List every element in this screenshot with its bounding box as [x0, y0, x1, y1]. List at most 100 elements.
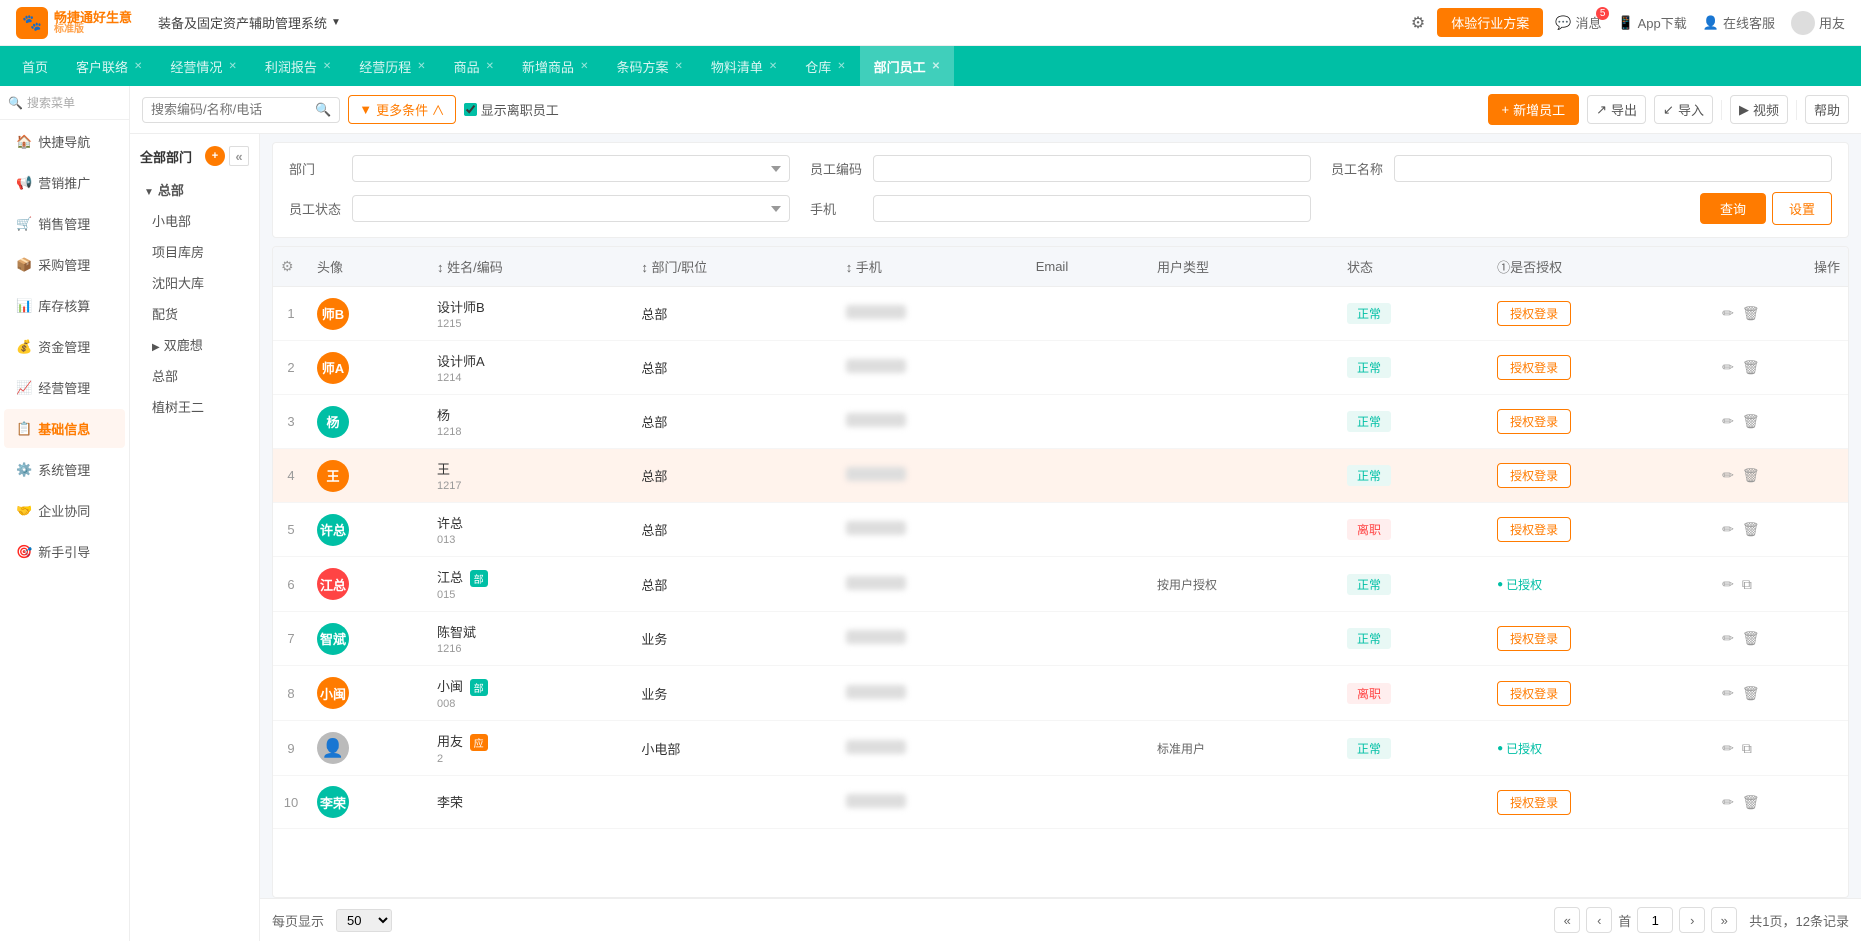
search-input[interactable] [151, 102, 311, 117]
sidebar-item-marketing[interactable]: 📢 营销推广 [4, 163, 125, 202]
settings-button[interactable]: ⚙ [1411, 13, 1425, 33]
next-page-button[interactable]: › [1679, 907, 1705, 933]
edit-icon[interactable]: ✏ [1722, 630, 1734, 647]
close-icon[interactable]: ✕ [837, 61, 845, 72]
search-submit-icon[interactable]: 🔍 [315, 102, 331, 118]
delete-icon[interactable]: 🗑 [1742, 685, 1760, 702]
close-icon[interactable]: ✕ [769, 61, 777, 72]
col-name[interactable]: ↕ 姓名/编码 [429, 247, 633, 287]
auth-button[interactable]: 授权登录 [1497, 301, 1571, 326]
edit-icon[interactable]: ✏ [1722, 794, 1734, 811]
dept-item-small-elec[interactable]: 小电部 [130, 205, 259, 236]
user-menu[interactable]: 用友 [1791, 11, 1845, 35]
auth-button[interactable]: 授权登录 [1497, 681, 1571, 706]
per-page-select[interactable]: 50 100 [336, 909, 392, 932]
auth-button[interactable]: 授权登录 [1497, 355, 1571, 380]
emp-code-input[interactable] [873, 155, 1311, 182]
nav-tab-barcode[interactable]: 条码方案 ✕ [602, 46, 696, 86]
copy-icon[interactable]: ⧉ [1742, 576, 1752, 593]
auth-button[interactable]: 授权登录 [1497, 626, 1571, 651]
delete-icon[interactable]: 🗑 [1742, 521, 1760, 538]
sidebar-item-collab[interactable]: 🤝 企业协同 [4, 491, 125, 530]
edit-icon[interactable]: ✏ [1722, 305, 1734, 322]
nav-tab-operations[interactable]: 经营情况 ✕ [156, 46, 250, 86]
sidebar-item-nav[interactable]: 🏠 快捷导航 [4, 122, 125, 161]
page-number-input[interactable] [1637, 907, 1673, 933]
sidebar-item-guide[interactable]: 🎯 新手引导 [4, 532, 125, 571]
delete-icon[interactable]: 🗑 [1742, 413, 1760, 430]
dept-item-plant[interactable]: 植树王二 [130, 391, 259, 422]
dept-item-head[interactable]: 总部 [130, 360, 259, 391]
nav-tab-employees[interactable]: 部门员工 ✕ [860, 46, 954, 86]
settings-col-header[interactable]: ⚙ [273, 247, 309, 287]
nav-tab-customer[interactable]: 客户联络 ✕ [62, 46, 156, 86]
close-icon[interactable]: ✕ [417, 61, 425, 72]
dept-collapse-icon[interactable]: « [229, 146, 249, 166]
nav-tab-profit[interactable]: 利润报告 ✕ [251, 46, 345, 86]
edit-icon[interactable]: ✏ [1722, 413, 1734, 430]
sidebar-item-purchase[interactable]: 📦 采购管理 [4, 245, 125, 284]
sidebar-item-sales[interactable]: 🛒 销售管理 [4, 204, 125, 243]
prev-page-button[interactable]: ‹ [1586, 907, 1612, 933]
sidebar-item-inventory[interactable]: 📊 库存核算 [4, 286, 125, 325]
query-button[interactable]: 查询 [1700, 193, 1766, 224]
edit-icon[interactable]: ✏ [1722, 740, 1734, 757]
auth-button[interactable]: 授权登录 [1497, 409, 1571, 434]
phone-input[interactable] [873, 195, 1311, 222]
dept-item-double[interactable]: ▶双鹿想 [130, 329, 259, 360]
edit-icon[interactable]: ✏ [1722, 359, 1734, 376]
delete-icon[interactable]: 🗑 [1742, 305, 1760, 322]
system-select[interactable]: 装备及固定资产辅助管理系统 ▼ [158, 13, 1399, 32]
close-icon[interactable]: ✕ [580, 61, 588, 72]
add-employee-button[interactable]: + 新增员工 [1488, 94, 1580, 125]
auth-button[interactable]: 授权登录 [1497, 517, 1571, 542]
nav-tab-bom[interactable]: 物料清单 ✕ [697, 46, 791, 86]
dept-item-distribution[interactable]: 配货 [130, 298, 259, 329]
emp-name-input[interactable] [1394, 155, 1832, 182]
close-icon[interactable]: ✕ [323, 61, 331, 72]
nav-tab-goods[interactable]: 商品 ✕ [440, 46, 508, 86]
sidebar-item-system[interactable]: ⚙️ 系统管理 [4, 450, 125, 489]
sidebar-item-finance[interactable]: 💰 资金管理 [4, 327, 125, 366]
message-button[interactable]: 💬 消息 5 [1555, 13, 1601, 32]
col-dept[interactable]: ↕ 部门/职位 [633, 247, 837, 287]
col-phone[interactable]: ↕ 手机 [838, 247, 1028, 287]
app-download-button[interactable]: 📱 App下载 [1617, 13, 1686, 32]
edit-icon[interactable]: ✏ [1722, 685, 1734, 702]
nav-tab-warehouse[interactable]: 仓库 ✕ [791, 46, 859, 86]
close-icon[interactable]: ✕ [228, 61, 236, 72]
search-box[interactable]: 🔍 [142, 97, 340, 123]
reset-button[interactable]: 设置 [1772, 192, 1832, 225]
emp-status-select[interactable] [352, 195, 790, 222]
edit-icon[interactable]: ✏ [1722, 576, 1734, 593]
sidebar-item-basic[interactable]: 📋 基础信息 [4, 409, 125, 448]
nav-tab-history[interactable]: 经营历程 ✕ [345, 46, 439, 86]
show-resigned-label[interactable]: 显示离职员工 [464, 100, 559, 119]
dept-item-shenyang[interactable]: 沈阳大库 [130, 267, 259, 298]
dept-add-icon[interactable]: + [205, 146, 225, 166]
sidebar-search[interactable]: 🔍 搜索菜单 [0, 86, 129, 120]
delete-icon[interactable]: 🗑 [1742, 794, 1760, 811]
first-page-button[interactable]: « [1554, 907, 1580, 933]
more-filter-button[interactable]: ▼ 更多条件 ∧ [348, 95, 456, 124]
close-icon[interactable]: ✕ [486, 61, 494, 72]
help-button[interactable]: 帮助 [1805, 95, 1849, 124]
delete-icon[interactable]: 🗑 [1742, 359, 1760, 376]
import-button[interactable]: ↙ 导入 [1654, 95, 1713, 124]
export-button[interactable]: ↗ 导出 [1587, 95, 1646, 124]
close-icon[interactable]: ✕ [932, 61, 940, 72]
sidebar-item-manage[interactable]: 📈 经营管理 [4, 368, 125, 407]
edit-icon[interactable]: ✏ [1722, 521, 1734, 538]
delete-icon[interactable]: 🗑 [1742, 630, 1760, 647]
close-icon[interactable]: ✕ [134, 61, 142, 72]
video-button[interactable]: ▶ 视频 [1730, 95, 1788, 124]
auth-button[interactable]: 授权登录 [1497, 463, 1571, 488]
dept-select[interactable] [352, 155, 790, 182]
nav-tab-home[interactable]: 首页 [8, 46, 62, 86]
close-icon[interactable]: ✕ [674, 61, 682, 72]
delete-icon[interactable]: 🗑 [1742, 467, 1760, 484]
dept-item-project[interactable]: 项目库房 [130, 236, 259, 267]
show-resigned-checkbox[interactable] [464, 103, 477, 116]
online-service-button[interactable]: 👤 在线客服 [1703, 13, 1775, 32]
edit-icon[interactable]: ✏ [1722, 467, 1734, 484]
